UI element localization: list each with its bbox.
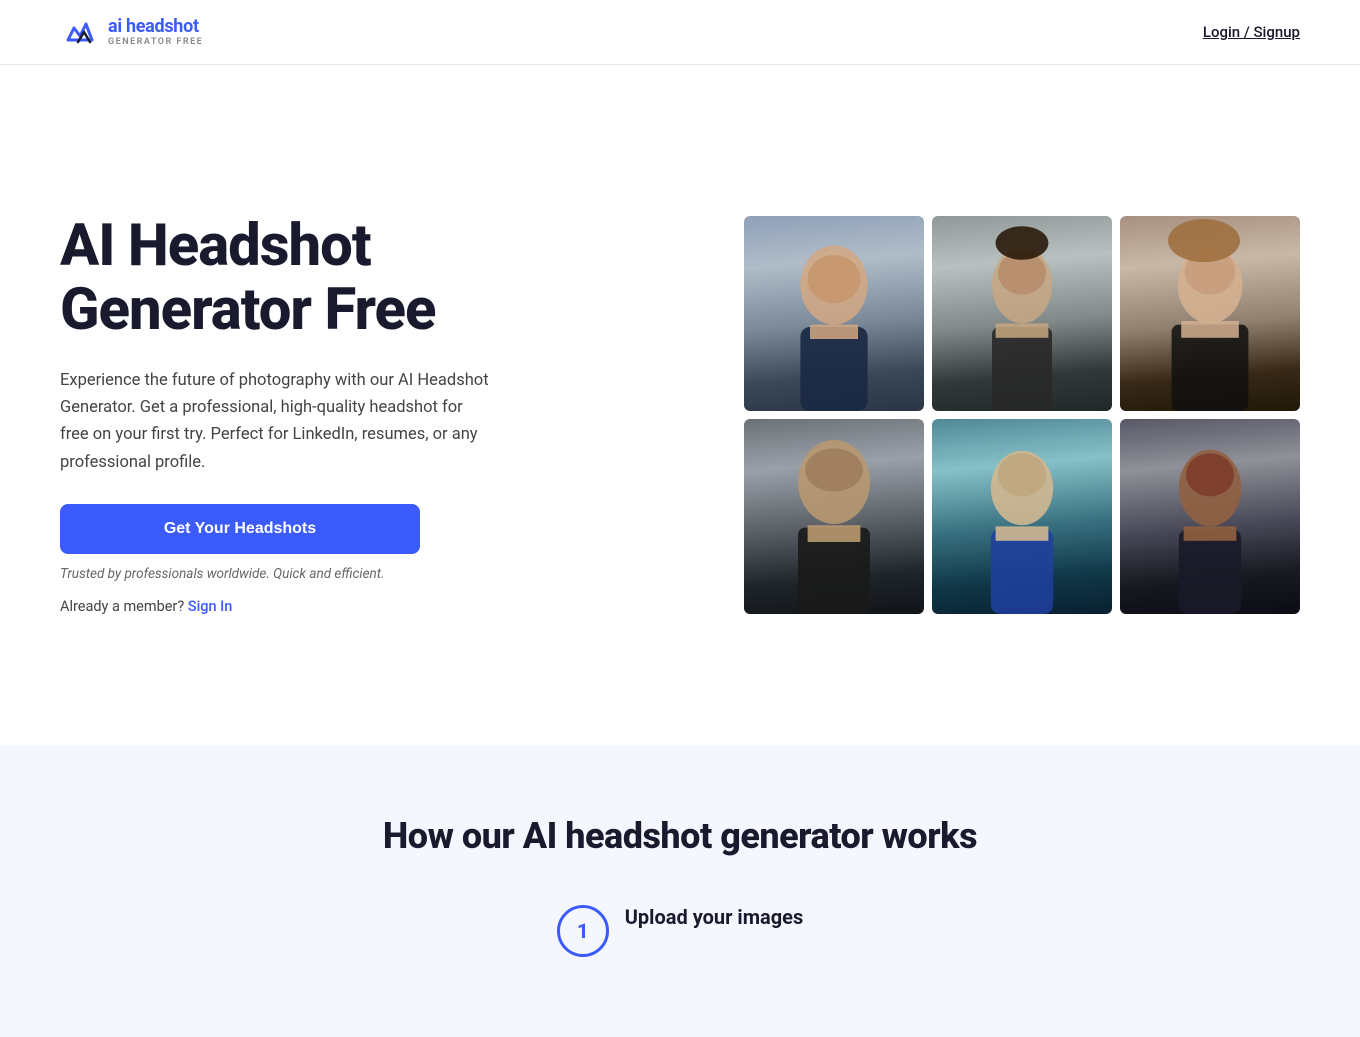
headshot-grid xyxy=(744,216,1300,614)
face-silhouette-3 xyxy=(1138,219,1282,411)
headshot-photo-6 xyxy=(1120,419,1300,614)
hero-content: AI Headshot Generator Free Experience th… xyxy=(60,215,540,614)
get-headshots-button[interactable]: Get Your Headshots xyxy=(60,504,420,554)
signin-link[interactable]: Sign In xyxy=(188,598,233,615)
headshot-photo-3 xyxy=(1120,216,1300,411)
hero-images xyxy=(580,216,1300,614)
headshot-photo-1 xyxy=(744,216,924,411)
headshot-photo-2 xyxy=(932,216,1112,411)
face-silhouette-6 xyxy=(1138,422,1282,614)
headshot-photo-4 xyxy=(744,419,924,614)
signin-prefix: Already a member? xyxy=(60,598,184,615)
how-title: How our AI headshot generator works xyxy=(60,815,1300,857)
trust-text: Trusted by professionals worldwide. Quic… xyxy=(60,566,540,582)
face-silhouette-2 xyxy=(950,219,1094,411)
navbar: ai headshot GENERATOR FREE Login / Signu… xyxy=(0,0,1360,65)
hero-title: AI Headshot Generator Free xyxy=(60,215,540,343)
step-1-content: Upload your images xyxy=(625,905,803,935)
logo-subtitle: GENERATOR FREE xyxy=(108,38,203,47)
hero-section: AI Headshot Generator Free Experience th… xyxy=(0,65,1360,745)
hero-description: Experience the future of photography wit… xyxy=(60,367,490,476)
how-section: How our AI headshot generator works 1 Up… xyxy=(0,745,1360,1037)
face-silhouette-1 xyxy=(762,219,906,411)
steps-list: 1 Upload your images xyxy=(60,905,1300,957)
headshot-photo-5 xyxy=(932,419,1112,614)
signin-row: Already a member? Sign In xyxy=(60,598,540,615)
logo-text: ai headshot GENERATOR FREE xyxy=(108,18,203,47)
logo-highlight: headshot xyxy=(126,16,199,37)
step-1: 1 Upload your images xyxy=(557,905,803,957)
login-signup-link[interactable]: Login / Signup xyxy=(1203,23,1300,41)
logo-icon xyxy=(60,12,100,52)
step-1-number: 1 xyxy=(557,905,609,957)
logo-prefix: ai xyxy=(108,16,126,37)
step-1-title: Upload your images xyxy=(625,905,803,929)
face-silhouette-5 xyxy=(950,422,1094,614)
face-silhouette-4 xyxy=(762,422,906,614)
logo[interactable]: ai headshot GENERATOR FREE xyxy=(60,12,203,52)
